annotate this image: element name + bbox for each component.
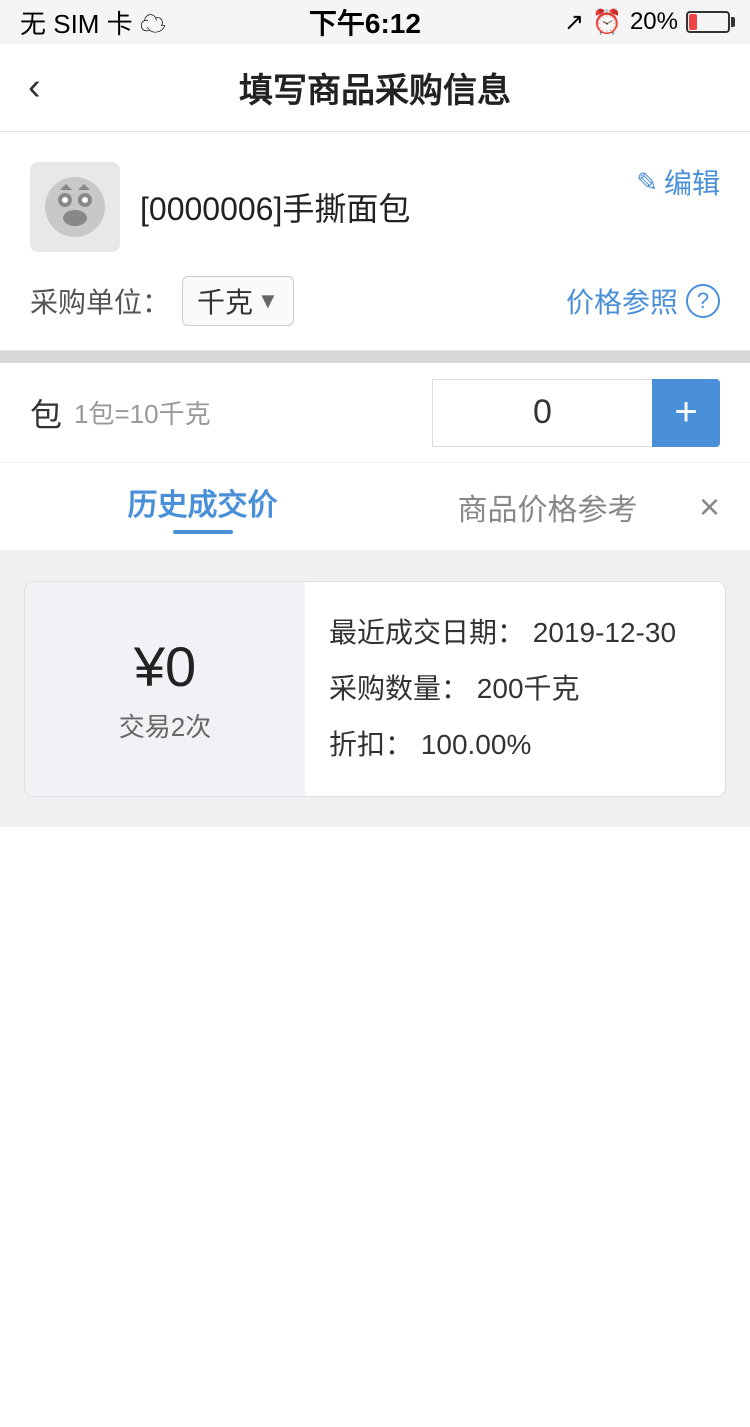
sim-label: 无 SIM 卡 ☁ (20, 4, 166, 41)
purchase-quantity-label: 采购数量： (329, 673, 469, 704)
unit-badge: 包 (30, 390, 62, 436)
history-price-value: ¥0 (134, 634, 196, 699)
alarm-icon: ⏰ (592, 8, 622, 37)
product-logo-svg (40, 172, 110, 242)
tab-product-price-ref[interactable]: 商品价格参考 (375, 463, 720, 551)
history-details-panel: 最近成交日期： 2019-12-30 采购数量： 200千克 折扣： 100.0… (305, 582, 725, 796)
tab-active-indicator (173, 530, 233, 534)
edit-label: 编辑 (664, 162, 720, 202)
tabs-close-button[interactable]: × (699, 486, 720, 528)
product-bottom-row: 采购单位： 千克 ▼ 价格参照 ? (30, 276, 720, 326)
discount-value: 100.00% (421, 729, 532, 760)
back-button[interactable]: ‹ (28, 66, 41, 109)
product-card: [0000006]手撕面包 ✎ 编辑 采购单位： 千克 ▼ 价格参照 ? (0, 132, 750, 351)
plus-icon: + (674, 390, 697, 435)
edit-icon: ✎ (636, 167, 658, 198)
bottom-area (0, 827, 750, 1427)
product-logo (30, 162, 120, 252)
quantity-input-group: + (432, 379, 720, 447)
question-circle-icon: ? (686, 284, 720, 318)
status-time: 下午6:12 (309, 2, 421, 42)
quantity-plus-button[interactable]: + (652, 379, 720, 447)
discount-row: 折扣： 100.00% (329, 724, 701, 766)
history-trade-count: 交易2次 (119, 707, 211, 744)
recent-date-value: 2019-12-30 (533, 617, 676, 648)
price-ref-label: 价格参照 (566, 281, 678, 321)
product-left: [0000006]手撕面包 (30, 162, 410, 252)
unit-prefix-label: 采购单位： (30, 281, 170, 321)
status-right: ↗ ⏰ 20% (564, 8, 730, 37)
tab-price-ref-label: 商品价格参考 (458, 485, 638, 529)
page-title: 填写商品采购信息 (239, 63, 511, 112)
product-name: [0000006]手撕面包 (140, 184, 410, 230)
discount-label: 折扣： (329, 729, 413, 760)
dropdown-arrow-icon: ▼ (257, 288, 279, 314)
unit-select-dropdown[interactable]: 千克 ▼ (182, 276, 294, 326)
price-reference-button[interactable]: 价格参照 ? (566, 281, 720, 321)
status-bar: 无 SIM 卡 ☁ 下午6:12 ↗ ⏰ 20% (0, 0, 750, 44)
direction-icon: ↗ (564, 8, 584, 37)
purchase-quantity-value: 200千克 (477, 673, 580, 704)
tabs-bar: 历史成交价 商品价格参考 × (0, 463, 750, 551)
product-top-row: [0000006]手撕面包 ✎ 编辑 (30, 162, 720, 252)
edit-button[interactable]: ✎ 编辑 (636, 162, 720, 202)
purchase-quantity-row: 采购数量： 200千克 (329, 668, 701, 710)
battery-text: 20% (630, 8, 678, 36)
history-price-panel: ¥0 交易2次 (25, 582, 305, 796)
history-card: ¥0 交易2次 最近成交日期： 2019-12-30 采购数量： 200千克 折… (24, 581, 726, 797)
unit-conversion-label: 1包=10千克 (74, 394, 211, 431)
status-left: 无 SIM 卡 ☁ (20, 4, 166, 41)
recent-date-row: 最近成交日期： 2019-12-30 (329, 612, 701, 654)
quantity-input[interactable] (432, 379, 652, 447)
quantity-label-group: 包 1包=10千克 (30, 390, 211, 436)
unit-row: 采购单位： 千克 ▼ (30, 276, 294, 326)
battery-icon (686, 11, 730, 33)
recent-date-label: 最近成交日期： (329, 617, 525, 648)
tab-history-label: 历史成交价 (128, 480, 278, 524)
unit-value: 千克 (197, 281, 253, 321)
tab-history-price[interactable]: 历史成交价 (30, 463, 375, 551)
nav-bar: ‹ 填写商品采购信息 (0, 44, 750, 132)
section-divider (0, 351, 750, 363)
quantity-row: 包 1包=10千克 + (0, 363, 750, 463)
